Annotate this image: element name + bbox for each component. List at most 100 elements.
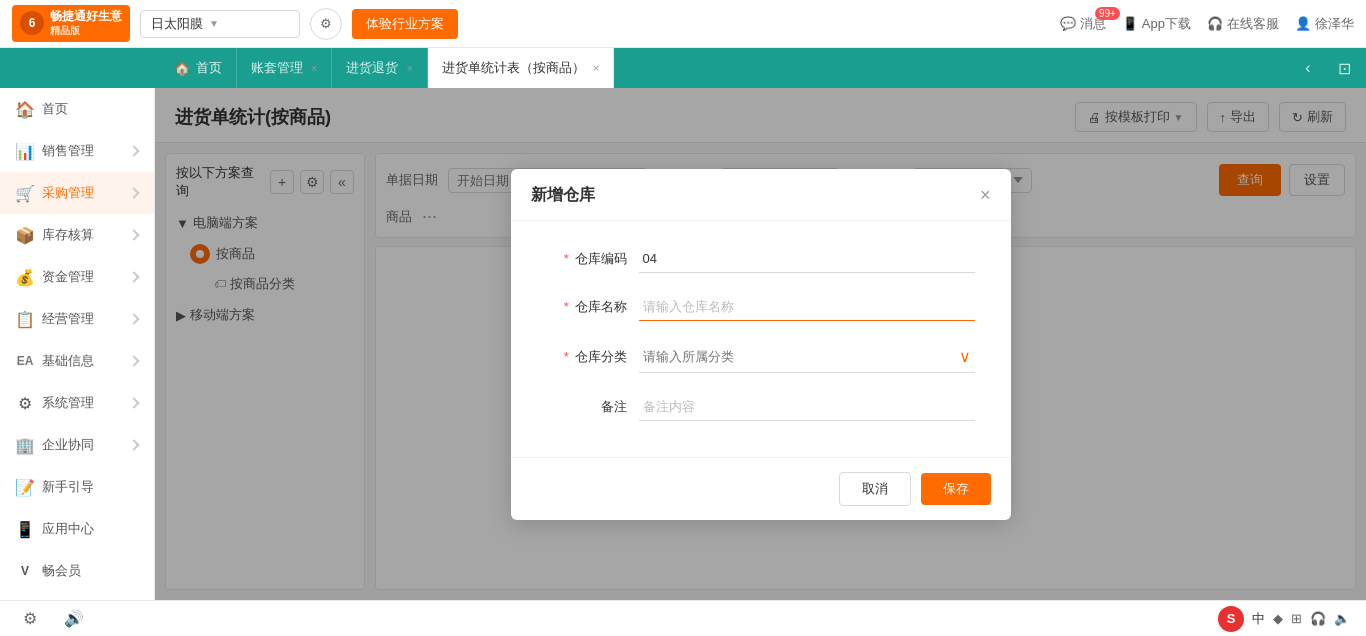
speaker-icon: 🔈 — [1334, 611, 1350, 626]
sidebar-item-inventory[interactable]: 📦 库存核算 — [0, 214, 154, 256]
tab-home[interactable]: 🏠 首页 — [160, 48, 237, 88]
message-badge: 99+ — [1095, 7, 1120, 20]
cancel-button[interactable]: 取消 — [839, 472, 911, 506]
store-dropdown-arrow: ▼ — [209, 18, 219, 29]
tab-account-close[interactable]: × — [311, 62, 317, 74]
sidebar-item-member[interactable]: V 畅会员 — [0, 550, 154, 592]
finance-expand-icon — [128, 271, 139, 282]
tab-purchase-return[interactable]: 进货退货 × — [332, 48, 427, 88]
tab-purchase-return-close[interactable]: × — [406, 62, 412, 74]
bottom-left-icons: ⚙ 🔊 — [16, 605, 88, 633]
operations-icon: 📋 — [16, 310, 34, 328]
category-row: * 仓库分类 ∨ — [547, 341, 975, 373]
message-icon: 💬 — [1060, 16, 1076, 31]
tab-home-label: 首页 — [196, 59, 222, 77]
nav-next-btn[interactable]: ⊡ — [1330, 54, 1358, 82]
sidebar-home-label: 首页 — [42, 100, 68, 118]
diamond-icon: ◆ — [1273, 611, 1283, 626]
sidebar-item-operations[interactable]: 📋 经营管理 — [0, 298, 154, 340]
code-row: * 仓库编码 — [547, 245, 975, 273]
purchase-expand-icon — [128, 187, 139, 198]
online-service-btn[interactable]: 🎧 在线客服 — [1207, 15, 1279, 33]
category-label: * 仓库分类 — [547, 348, 627, 366]
new-warehouse-modal: 新增仓库 × * 仓库编码 — [511, 169, 1011, 520]
basic-info-icon: EA — [16, 352, 34, 370]
app-center-icon: 📱 — [16, 520, 34, 538]
guide-icon: 📝 — [16, 478, 34, 496]
code-label: * 仓库编码 — [547, 250, 627, 268]
operations-expand-icon — [128, 313, 139, 324]
logo-sub: 精品版 — [50, 24, 122, 38]
sidebar-item-system[interactable]: ⚙ 系统管理 — [0, 382, 154, 424]
logo-icon: 6 — [20, 11, 44, 35]
sidebar-enterprise-label: 企业协同 — [42, 436, 94, 454]
basic-info-expand-icon — [128, 355, 139, 366]
sidebar-guide-label: 新手引导 — [42, 478, 94, 496]
user-area[interactable]: 👤 徐泽华 — [1295, 15, 1354, 33]
sidebar-finance-label: 资金管理 — [42, 268, 94, 286]
finance-icon: 💰 — [16, 268, 34, 286]
sidebar-item-purchase[interactable]: 🛒 采购管理 — [0, 172, 154, 214]
name-label-text: 仓库名称 — [575, 299, 627, 314]
trial-button[interactable]: 体验行业方案 — [352, 9, 458, 39]
bottom-sound-icon[interactable]: 🔊 — [60, 605, 88, 633]
home-icon: 🏠 — [174, 61, 190, 76]
category-required: * — [564, 349, 569, 364]
category-input[interactable] — [643, 349, 959, 364]
tab-account-label: 账套管理 — [251, 59, 303, 77]
system-expand-icon — [128, 397, 139, 408]
bottom-bar: ⚙ 🔊 S 中 ◆ ⊞ 🎧 🔈 — [0, 600, 1366, 636]
code-input[interactable] — [639, 245, 975, 273]
sidebar-inventory-label: 库存核算 — [42, 226, 94, 244]
name-row: * 仓库名称 — [547, 293, 975, 321]
bottom-right-icons: S 中 ◆ ⊞ 🎧 🔈 — [1218, 606, 1350, 632]
store-selector[interactable]: 日太阳膜 ▼ — [140, 10, 300, 38]
sidebar-sales-label: 销售管理 — [42, 142, 94, 160]
modal-header: 新增仓库 × — [511, 169, 1011, 221]
name-input[interactable] — [639, 293, 975, 321]
tab-purchase-stats[interactable]: 进货单统计表（按商品） × — [428, 48, 614, 88]
sidebar-item-finance[interactable]: 💰 资金管理 — [0, 256, 154, 298]
sidebar-item-sales[interactable]: 📊 销售管理 — [0, 130, 154, 172]
sidebar-item-basic-info[interactable]: EA 基础信息 — [0, 340, 154, 382]
note-row: 备注 — [547, 393, 975, 421]
message-btn[interactable]: 💬 消息 99+ — [1060, 15, 1106, 33]
sidebar-member-label: 畅会员 — [42, 562, 81, 580]
modal-close-btn[interactable]: × — [980, 186, 991, 204]
enterprise-icon: 🏢 — [16, 436, 34, 454]
name-label: * 仓库名称 — [547, 298, 627, 316]
online-service-label: 在线客服 — [1227, 15, 1279, 33]
name-required: * — [564, 299, 569, 314]
sidebar-bottom-settings[interactable]: ⚙ 🔊 《 — [0, 592, 154, 600]
logo-area: 6 畅捷通好生意 精品版 — [12, 5, 130, 41]
nav-prev-btn[interactable]: ‹ — [1294, 54, 1322, 82]
sidebar-item-enterprise[interactable]: 🏢 企业协同 — [0, 424, 154, 466]
ime-label[interactable]: 中 — [1252, 610, 1265, 628]
tab-purchase-stats-label: 进货单统计表（按商品） — [442, 59, 585, 77]
sidebar-item-app-center[interactable]: 📱 应用中心 — [0, 508, 154, 550]
headset-bottom-icon: 🎧 — [1310, 611, 1326, 626]
logo-name: 畅捷通好生意 — [50, 9, 122, 23]
user-name: 徐泽华 — [1315, 15, 1354, 33]
header-right: 💬 消息 99+ 📱 App下载 🎧 在线客服 👤 徐泽华 — [1060, 15, 1354, 33]
headset-icon: 🎧 — [1207, 16, 1223, 31]
code-label-text: 仓库编码 — [575, 251, 627, 266]
sidebar-item-home[interactable]: 🏠 首页 — [0, 88, 154, 130]
modal-body: * 仓库编码 * 仓库名称 — [511, 221, 1011, 457]
purchase-icon: 🛒 — [16, 184, 34, 202]
note-input[interactable] — [639, 393, 975, 421]
save-button[interactable]: 保存 — [921, 473, 991, 505]
app-download-btn[interactable]: 📱 App下载 — [1122, 15, 1191, 33]
bottom-gear-icon[interactable]: ⚙ — [16, 605, 44, 633]
top-header: 6 畅捷通好生意 精品版 日太阳膜 ▼ ⚙ 体验行业方案 💬 消息 99+ 📱 … — [0, 0, 1366, 48]
main-area: 🏠 首页 📊 销售管理 🛒 采购管理 📦 库存核算 💰 资金管理 — [0, 88, 1366, 600]
tab-purchase-return-label: 进货退货 — [346, 59, 398, 77]
tab-account[interactable]: 账套管理 × — [237, 48, 332, 88]
sidebar: 🏠 首页 📊 销售管理 🛒 采购管理 📦 库存核算 💰 资金管理 — [0, 88, 155, 600]
sidebar-item-guide[interactable]: 📝 新手引导 — [0, 466, 154, 508]
enterprise-expand-icon — [128, 439, 139, 450]
settings-btn[interactable]: ⚙ — [310, 8, 342, 40]
tab-purchase-stats-close[interactable]: × — [593, 62, 599, 74]
category-dropdown-icon[interactable]: ∨ — [959, 347, 971, 366]
app-icon: 📱 — [1122, 16, 1138, 31]
